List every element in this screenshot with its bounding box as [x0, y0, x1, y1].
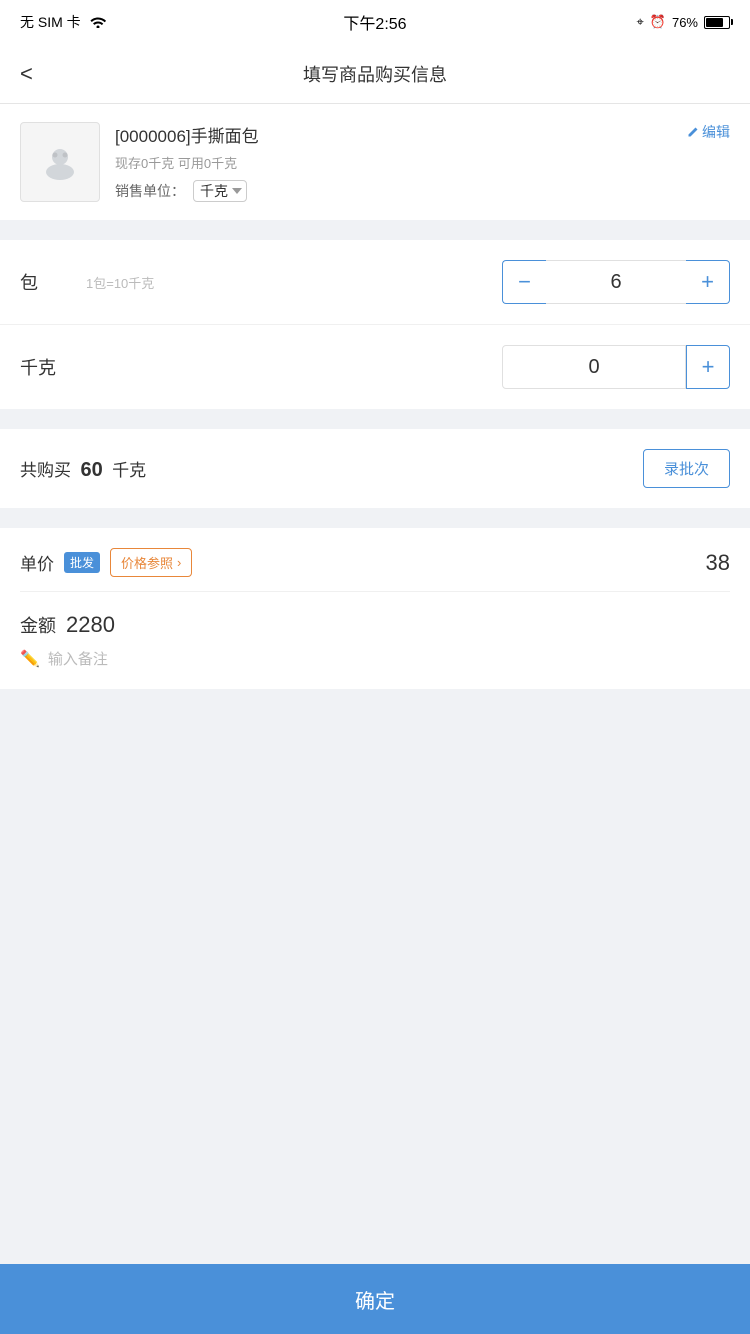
price-ref-button[interactable]: 价格参照 ›: [110, 548, 192, 577]
confirm-button[interactable]: 确定: [0, 1264, 750, 1334]
note-label: 输入备注: [48, 648, 108, 669]
qty-plus-button-kg[interactable]: +: [686, 345, 730, 389]
carrier-text: 无 SIM 卡: [20, 12, 81, 32]
product-unit-row: 销售单位： 千克 包: [115, 180, 730, 202]
price-section: 单价 批发 价格参照 › 38 金额 2280 ✏️ 输入备注: [0, 528, 750, 689]
price-tag: 批发: [64, 552, 100, 573]
product-stock: 现存0千克 可用0千克: [115, 153, 730, 172]
wifi-icon: [89, 14, 107, 31]
qty-hint-bao: 1包=10千克: [86, 273, 502, 292]
status-time: 下午2:56: [343, 10, 406, 34]
qty-input-bao[interactable]: [546, 260, 686, 304]
location-icon: ⌖: [636, 14, 643, 30]
empty-area: [0, 689, 750, 949]
status-bar: 无 SIM 卡 下午2:56 ⌖ ⏰ 76%: [0, 0, 750, 44]
total-row: 共购买 60 千克 录批次: [0, 429, 750, 508]
product-card: [0000006]手撕面包 编辑 现存0千克 可用0千克 销售单位： 千克 包: [0, 104, 750, 220]
price-label: 单价: [20, 550, 54, 575]
battery-percent: 76%: [672, 15, 698, 30]
note-row[interactable]: ✏️ 输入备注: [20, 638, 730, 673]
status-indicators: ⌖ ⏰ 76%: [636, 14, 730, 30]
unit-select[interactable]: 千克 包: [193, 180, 247, 202]
price-value: 38: [706, 550, 730, 576]
page-title: 填写商品购买信息: [303, 61, 447, 87]
qty-controls-kg: +: [502, 345, 730, 389]
back-button[interactable]: <: [20, 61, 33, 87]
amount-value: 2280: [66, 612, 115, 638]
total-text: 共购买 60 千克: [20, 456, 146, 482]
quantity-row-kg: 千克 +: [0, 325, 750, 409]
nav-bar: < 填写商品购买信息: [0, 44, 750, 104]
qty-input-kg[interactable]: [502, 345, 686, 389]
battery-icon: [704, 16, 730, 29]
product-name: [0000006]手撕面包: [115, 122, 259, 147]
edit-button[interactable]: 编辑: [687, 122, 730, 142]
price-row: 单价 批发 价格参照 › 38: [20, 548, 730, 577]
alarm-icon: ⏰: [650, 14, 666, 30]
qty-plus-button[interactable]: +: [686, 260, 730, 304]
note-icon: ✏️: [20, 649, 40, 669]
qty-controls-bao: − +: [502, 260, 730, 304]
separator-1: [0, 230, 750, 240]
product-info: [0000006]手撕面包 编辑 现存0千克 可用0千克 销售单位： 千克 包: [115, 122, 730, 202]
status-carrier: 无 SIM 卡: [20, 12, 107, 32]
product-thumbnail: [20, 122, 100, 202]
qty-label-bao: 包: [20, 269, 80, 295]
total-amount: 60: [80, 459, 102, 481]
qty-minus-button[interactable]: −: [502, 260, 546, 304]
batch-button[interactable]: 录批次: [643, 449, 730, 488]
quantity-section: 包 1包=10千克 − + 千克 +: [0, 240, 750, 409]
amount-row: 金额 2280: [20, 606, 730, 638]
unit-label: 销售单位：: [115, 181, 185, 201]
separator-3: [0, 518, 750, 528]
separator-2: [0, 419, 750, 429]
qty-label-kg: 千克: [20, 354, 80, 380]
quantity-row-bao: 包 1包=10千克 − +: [0, 240, 750, 325]
amount-label: 金额: [20, 612, 56, 638]
